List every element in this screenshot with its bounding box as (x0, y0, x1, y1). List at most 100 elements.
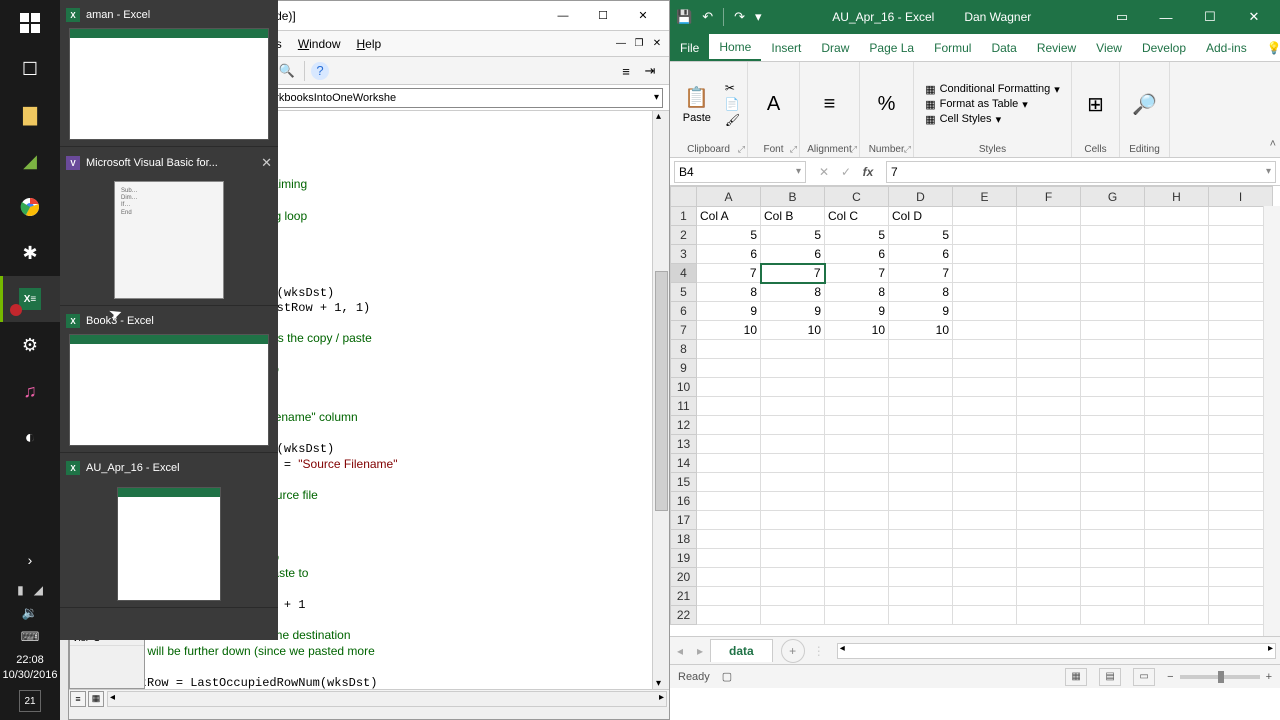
cell[interactable] (889, 568, 953, 587)
cell[interactable]: 6 (761, 245, 825, 264)
cell[interactable] (1017, 473, 1081, 492)
cell[interactable] (825, 492, 889, 511)
cell[interactable] (761, 530, 825, 549)
cell[interactable] (1145, 568, 1209, 587)
cell[interactable] (953, 207, 1017, 226)
cell[interactable] (889, 397, 953, 416)
cell[interactable] (953, 549, 1017, 568)
dialog-launcher-icon[interactable]: ⤢ (850, 144, 857, 155)
cell[interactable] (697, 473, 761, 492)
tab-view[interactable]: View (1086, 34, 1132, 61)
cell[interactable] (697, 454, 761, 473)
tab-formulas[interactable]: Formul (924, 34, 981, 61)
cell[interactable] (1017, 549, 1081, 568)
cell[interactable] (697, 378, 761, 397)
cell[interactable] (1017, 207, 1081, 226)
cell[interactable] (825, 568, 889, 587)
cell[interactable] (1145, 302, 1209, 321)
cell[interactable] (1145, 492, 1209, 511)
cell[interactable] (825, 397, 889, 416)
cell[interactable] (1017, 359, 1081, 378)
format-as-table-button[interactable]: ▦ Format as Table ▾ (925, 98, 1060, 111)
cell[interactable] (1081, 530, 1145, 549)
copy-icon[interactable]: 📄 (725, 97, 740, 111)
tab-addins[interactable]: Add-ins (1196, 34, 1257, 61)
tab-home[interactable]: Home (709, 34, 761, 61)
cell[interactable] (1081, 511, 1145, 530)
cell[interactable]: 7 (697, 264, 761, 283)
tell-me[interactable]: 💡 Tell me (1257, 34, 1280, 61)
cell[interactable] (1145, 606, 1209, 625)
cell[interactable] (697, 511, 761, 530)
cell[interactable] (953, 378, 1017, 397)
itunes-icon[interactable]: ♫ (0, 368, 60, 414)
cell[interactable] (1145, 435, 1209, 454)
cell[interactable]: 8 (825, 283, 889, 302)
object-browser-icon[interactable]: 🔍 (276, 60, 298, 82)
cell[interactable] (825, 435, 889, 454)
cell[interactable] (697, 340, 761, 359)
cell[interactable] (1081, 264, 1145, 283)
vba-vertical-scrollbar[interactable] (652, 111, 669, 689)
cell[interactable] (1081, 549, 1145, 568)
cell[interactable] (1081, 568, 1145, 587)
tab-insert[interactable]: Insert (761, 34, 811, 61)
sheet-tab-data[interactable]: data (710, 639, 773, 662)
cell[interactable] (953, 264, 1017, 283)
save-icon[interactable]: 💾 (676, 9, 692, 25)
cell[interactable] (1081, 226, 1145, 245)
cell[interactable] (1081, 492, 1145, 511)
cell[interactable] (761, 492, 825, 511)
cell[interactable] (1145, 207, 1209, 226)
cell[interactable] (1081, 207, 1145, 226)
settings-icon[interactable]: ⚙ (0, 322, 60, 368)
cell[interactable]: 9 (825, 302, 889, 321)
cell[interactable] (1017, 397, 1081, 416)
cell[interactable] (1081, 416, 1145, 435)
tab-draw[interactable]: Draw (811, 34, 859, 61)
cell[interactable] (761, 587, 825, 606)
cell[interactable] (953, 606, 1017, 625)
wifi-icon[interactable]: ◢ (34, 583, 43, 597)
cell[interactable] (1017, 226, 1081, 245)
cell[interactable]: 9 (889, 302, 953, 321)
cell[interactable] (889, 340, 953, 359)
cell[interactable] (889, 549, 953, 568)
cell[interactable] (761, 378, 825, 397)
volume-icon[interactable]: 🔉 (22, 605, 38, 621)
cell[interactable] (1145, 226, 1209, 245)
cell[interactable] (953, 511, 1017, 530)
cell[interactable] (953, 416, 1017, 435)
cell[interactable] (889, 587, 953, 606)
cell[interactable] (1017, 568, 1081, 587)
cell[interactable]: Col B (761, 207, 825, 226)
toolbar-extra2-icon[interactable]: ⇥ (639, 60, 661, 82)
cell[interactable] (953, 492, 1017, 511)
macro-record-icon[interactable]: ▢ (722, 670, 732, 683)
cell[interactable] (953, 340, 1017, 359)
paste-button[interactable]: 📋Paste (677, 85, 717, 124)
cell[interactable]: 6 (889, 245, 953, 264)
mdi-restore[interactable]: ❐ (631, 37, 647, 51)
cell[interactable] (697, 492, 761, 511)
cell[interactable]: Col C (825, 207, 889, 226)
cell[interactable] (889, 530, 953, 549)
conditional-formatting-button[interactable]: ▦ Conditional Formatting ▾ (925, 83, 1060, 96)
app3-icon[interactable]: ◐ (0, 414, 60, 460)
cell[interactable]: 6 (697, 245, 761, 264)
cancel-icon[interactable]: ✕ (814, 165, 834, 179)
undo-icon[interactable]: ↶ (702, 9, 713, 25)
tab-data[interactable]: Data (981, 34, 1026, 61)
cell[interactable]: 8 (697, 283, 761, 302)
notification-badge[interactable]: 21 (19, 690, 41, 712)
cell[interactable]: 10 (825, 321, 889, 340)
tab-page-layout[interactable]: Page La (859, 34, 924, 61)
horizontal-scrollbar[interactable] (837, 643, 1276, 659)
cell[interactable] (1017, 321, 1081, 340)
cell[interactable] (1081, 340, 1145, 359)
excel-titlebar[interactable]: 💾 ↶ ↷ ▾ AU_Apr_16 - Excel Dan Wagner ▭ —… (670, 0, 1280, 34)
cell[interactable]: Col A (697, 207, 761, 226)
cell[interactable] (953, 245, 1017, 264)
cell[interactable] (953, 359, 1017, 378)
cell[interactable] (1145, 321, 1209, 340)
